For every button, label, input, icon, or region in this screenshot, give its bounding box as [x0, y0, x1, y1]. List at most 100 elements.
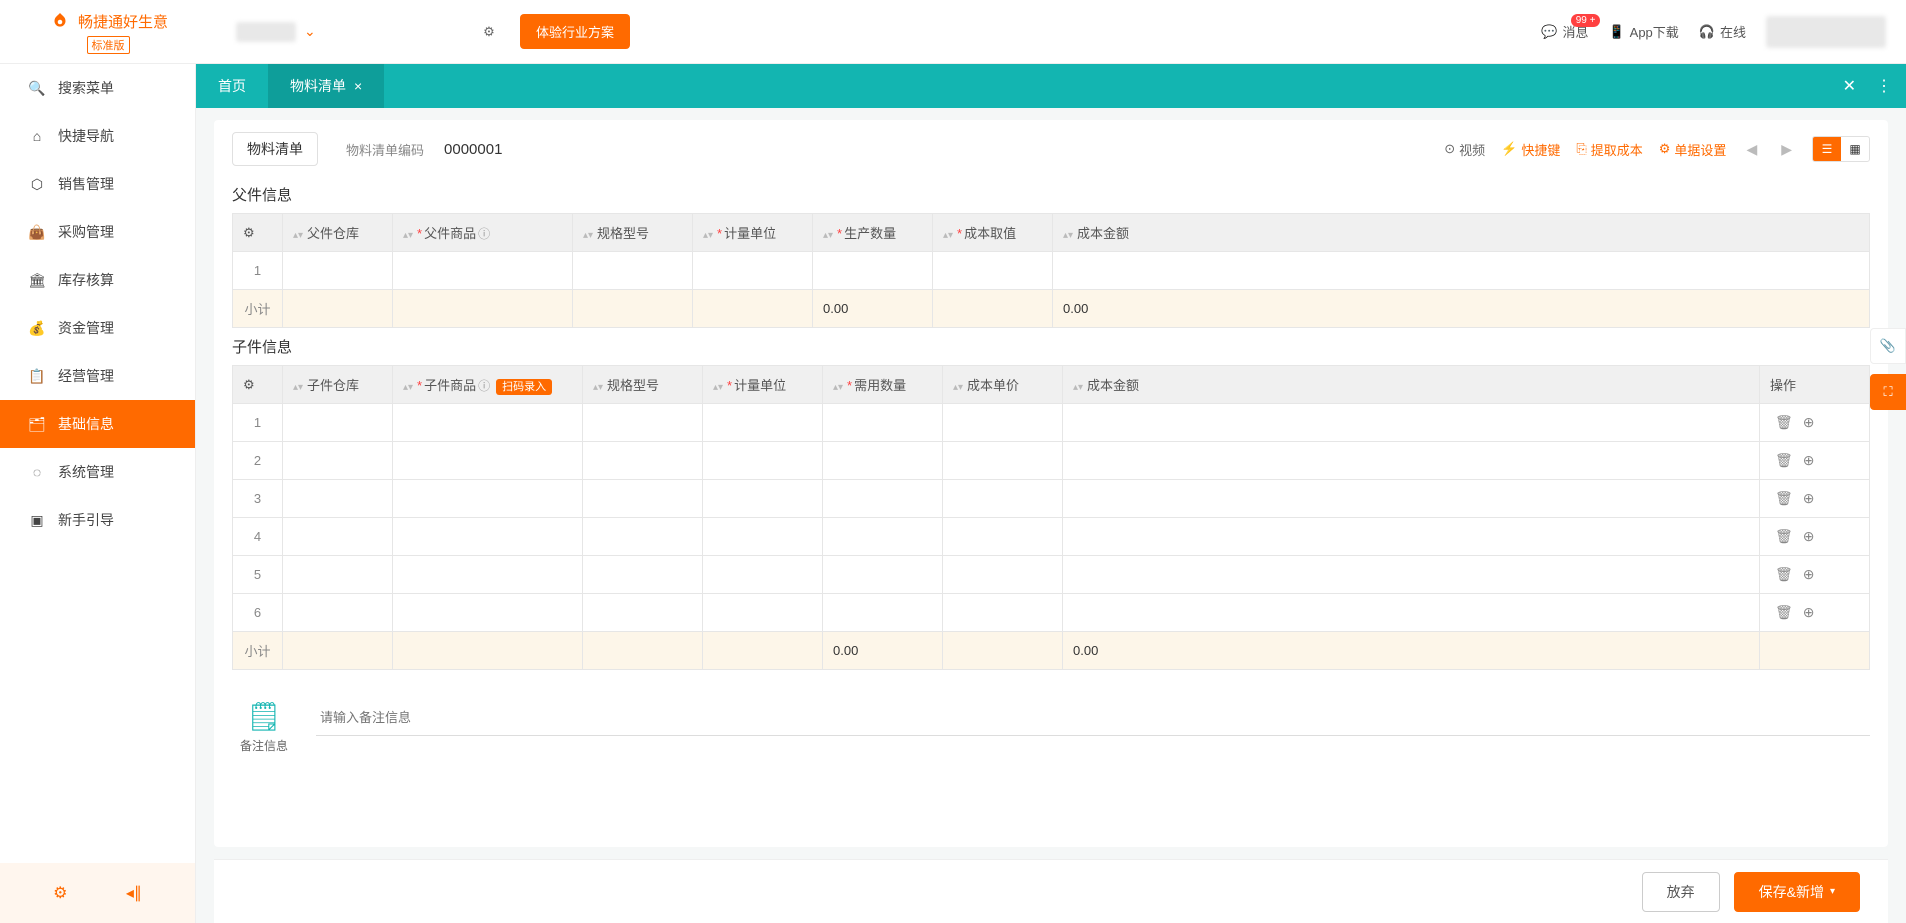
- prev-doc-button[interactable]: ◀: [1742, 141, 1761, 158]
- next-doc-button[interactable]: ▶: [1777, 141, 1796, 158]
- view-card-button[interactable]: ▦: [1841, 137, 1869, 161]
- add-row-button[interactable]: ⊕: [1803, 566, 1815, 582]
- col-child-unit-cost[interactable]: ▴▾成本单价: [943, 366, 1063, 404]
- help-icon[interactable]: ⓘ: [478, 379, 490, 393]
- video-help-button[interactable]: ⊙视频: [1444, 140, 1485, 159]
- tab-bar: 首页 物料清单 × ✕ ⋮: [196, 64, 1906, 108]
- floating-toolbar: 📎 ⛶: [1870, 328, 1906, 410]
- home-icon: ⌂: [28, 127, 46, 145]
- money-icon: 💰: [28, 319, 46, 337]
- delete-row-button[interactable]: 🗑: [1775, 566, 1793, 582]
- cube-icon: ⬡: [28, 175, 46, 193]
- add-row-button[interactable]: ⊕: [1803, 490, 1815, 506]
- col-parent-spec[interactable]: ▴▾规格型号: [573, 214, 693, 252]
- col-parent-qty[interactable]: ▴▾*生产数量: [813, 214, 933, 252]
- sidebar-item-search[interactable]: 🔍搜索菜单: [0, 64, 195, 112]
- messages-button[interactable]: 💬 消息 99 +: [1541, 22, 1588, 41]
- remark-input[interactable]: [316, 700, 1870, 736]
- bag-icon: 👜: [28, 223, 46, 241]
- promo-button[interactable]: 体验行业方案: [520, 14, 630, 49]
- sidebar-settings-button[interactable]: ⚙: [53, 883, 67, 903]
- view-list-button[interactable]: ☰: [1813, 137, 1841, 161]
- delete-row-button[interactable]: 🗑: [1775, 490, 1793, 506]
- sort-icon: ▴▾: [403, 384, 413, 392]
- col-parent-warehouse[interactable]: ▴▾父件仓库: [283, 214, 393, 252]
- add-row-button[interactable]: ⊕: [1803, 414, 1815, 430]
- sort-icon: ▴▾: [583, 232, 593, 240]
- tab-label: 首页: [218, 76, 246, 96]
- save-and-new-button[interactable]: 保存&新增 ▾: [1734, 872, 1860, 912]
- close-icon[interactable]: ×: [354, 78, 362, 94]
- note-icon: 🗒: [232, 700, 296, 733]
- doc-type-tab[interactable]: 物料清单: [232, 132, 318, 166]
- tab-bom[interactable]: 物料清单 ×: [268, 64, 384, 108]
- parent-subtotal-qty: 0.00: [813, 290, 933, 328]
- org-settings-button[interactable]: ⚙: [474, 17, 504, 47]
- discard-button[interactable]: 放弃: [1642, 872, 1720, 912]
- table-row[interactable]: 1: [233, 252, 1870, 290]
- shortcut-button[interactable]: ⚡快捷键: [1501, 140, 1560, 159]
- col-child-qty[interactable]: ▴▾*需用数量: [823, 366, 943, 404]
- extract-cost-button[interactable]: ⎘提取成本: [1576, 140, 1642, 159]
- attachment-button[interactable]: 📎: [1870, 328, 1906, 364]
- table-row[interactable]: 3🗑⊕: [233, 480, 1870, 518]
- table-row[interactable]: 4🗑⊕: [233, 518, 1870, 556]
- col-child-warehouse[interactable]: ▴▾子件仓库: [283, 366, 393, 404]
- sidebar-item-inventory[interactable]: 🏛库存核算: [0, 256, 195, 304]
- sidebar-collapse-button[interactable]: ◂∥: [126, 883, 142, 903]
- add-row-button[interactable]: ⊕: [1803, 452, 1815, 468]
- org-selector[interactable]: ⌄: [236, 22, 466, 42]
- headset-icon: 🎧: [1699, 24, 1715, 40]
- child-subtotal-row: 小计 0.00 0.00: [233, 632, 1870, 670]
- app-download-button[interactable]: 📱 App下载: [1608, 22, 1678, 41]
- tabs-more-button[interactable]: ⋮: [1870, 76, 1898, 96]
- col-child-product[interactable]: ▴▾*子件商品ⓘ扫码录入: [393, 366, 583, 404]
- delete-row-button[interactable]: 🗑: [1775, 604, 1793, 620]
- col-parent-cost-basis[interactable]: ▴▾*成本取值: [933, 214, 1053, 252]
- sidebar-item-label: 搜索菜单: [58, 78, 114, 98]
- tabs-close-all-button[interactable]: ✕: [1837, 76, 1862, 96]
- parent-table: ⚙ ▴▾父件仓库 ▴▾*父件商品ⓘ ▴▾规格型号 ▴▾*计量单位 ▴▾*生产数量…: [232, 213, 1870, 328]
- sidebar-footer: ⚙ ◂∥: [0, 863, 195, 923]
- sidebar-item-finance[interactable]: 💰 资金管理: [0, 304, 195, 352]
- button-label: 保存&新增: [1759, 882, 1824, 902]
- sidebar-item-operation[interactable]: 📋经营管理: [0, 352, 195, 400]
- delete-row-button[interactable]: 🗑: [1775, 414, 1793, 430]
- help-icon[interactable]: ⓘ: [478, 227, 490, 241]
- col-parent-product[interactable]: ▴▾*父件商品ⓘ: [393, 214, 573, 252]
- parent-subtotal-row: 小计 0.00 0.00: [233, 290, 1870, 328]
- sidebar-item-basicinfo[interactable]: 🗂基础信息: [0, 400, 195, 448]
- doc-settings-button[interactable]: ⚙单据设置: [1659, 140, 1727, 159]
- row-settings-header[interactable]: ⚙: [233, 366, 283, 404]
- col-parent-cost-amount[interactable]: ▴▾成本金额: [1053, 214, 1870, 252]
- guide-icon: ▣: [28, 511, 46, 529]
- row-settings-header[interactable]: ⚙: [233, 214, 283, 252]
- table-row[interactable]: 5🗑⊕: [233, 556, 1870, 594]
- col-child-spec[interactable]: ▴▾规格型号: [583, 366, 703, 404]
- add-row-button[interactable]: ⊕: [1803, 604, 1815, 620]
- table-row[interactable]: 2🗑⊕: [233, 442, 1870, 480]
- sidebar-item-purchase[interactable]: 👜采购管理: [0, 208, 195, 256]
- col-child-unit[interactable]: ▴▾*计量单位: [703, 366, 823, 404]
- delete-row-button[interactable]: 🗑: [1775, 452, 1793, 468]
- col-child-cost-amount[interactable]: ▴▾成本金额: [1063, 366, 1760, 404]
- scan-entry-button[interactable]: 扫码录入: [496, 379, 552, 395]
- tab-home[interactable]: 首页: [196, 64, 268, 108]
- sidebar-item-quicknav[interactable]: ⌂快捷导航: [0, 112, 195, 160]
- online-support-button[interactable]: 🎧 在线: [1699, 22, 1746, 41]
- toolbar-label: 提取成本: [1591, 140, 1643, 159]
- delete-row-button[interactable]: 🗑: [1775, 528, 1793, 544]
- sidebar-item-guide[interactable]: ▣新手引导: [0, 496, 195, 544]
- sidebar-item-label: 资金管理: [58, 318, 114, 338]
- child-section-title: 子件信息: [232, 336, 1870, 357]
- add-row-button[interactable]: ⊕: [1803, 528, 1815, 544]
- table-row[interactable]: 1🗑⊕: [233, 404, 1870, 442]
- sidebar: 🔍搜索菜单 ⌂快捷导航 ⬡销售管理 👜采购管理 🏛库存核算 💰 资金管理 📋经营管…: [0, 64, 196, 923]
- sidebar-item-sales[interactable]: ⬡销售管理: [0, 160, 195, 208]
- fullscreen-button[interactable]: ⛶: [1870, 374, 1906, 410]
- col-parent-unit[interactable]: ▴▾*计量单位: [693, 214, 813, 252]
- user-avatar-redacted[interactable]: [1766, 16, 1886, 48]
- table-row[interactable]: 6🗑⊕: [233, 594, 1870, 632]
- sidebar-item-system[interactable]: ◌系统管理: [0, 448, 195, 496]
- child-table: ⚙ ▴▾子件仓库 ▴▾*子件商品ⓘ扫码录入 ▴▾规格型号 ▴▾*计量单位 ▴▾*…: [232, 365, 1870, 670]
